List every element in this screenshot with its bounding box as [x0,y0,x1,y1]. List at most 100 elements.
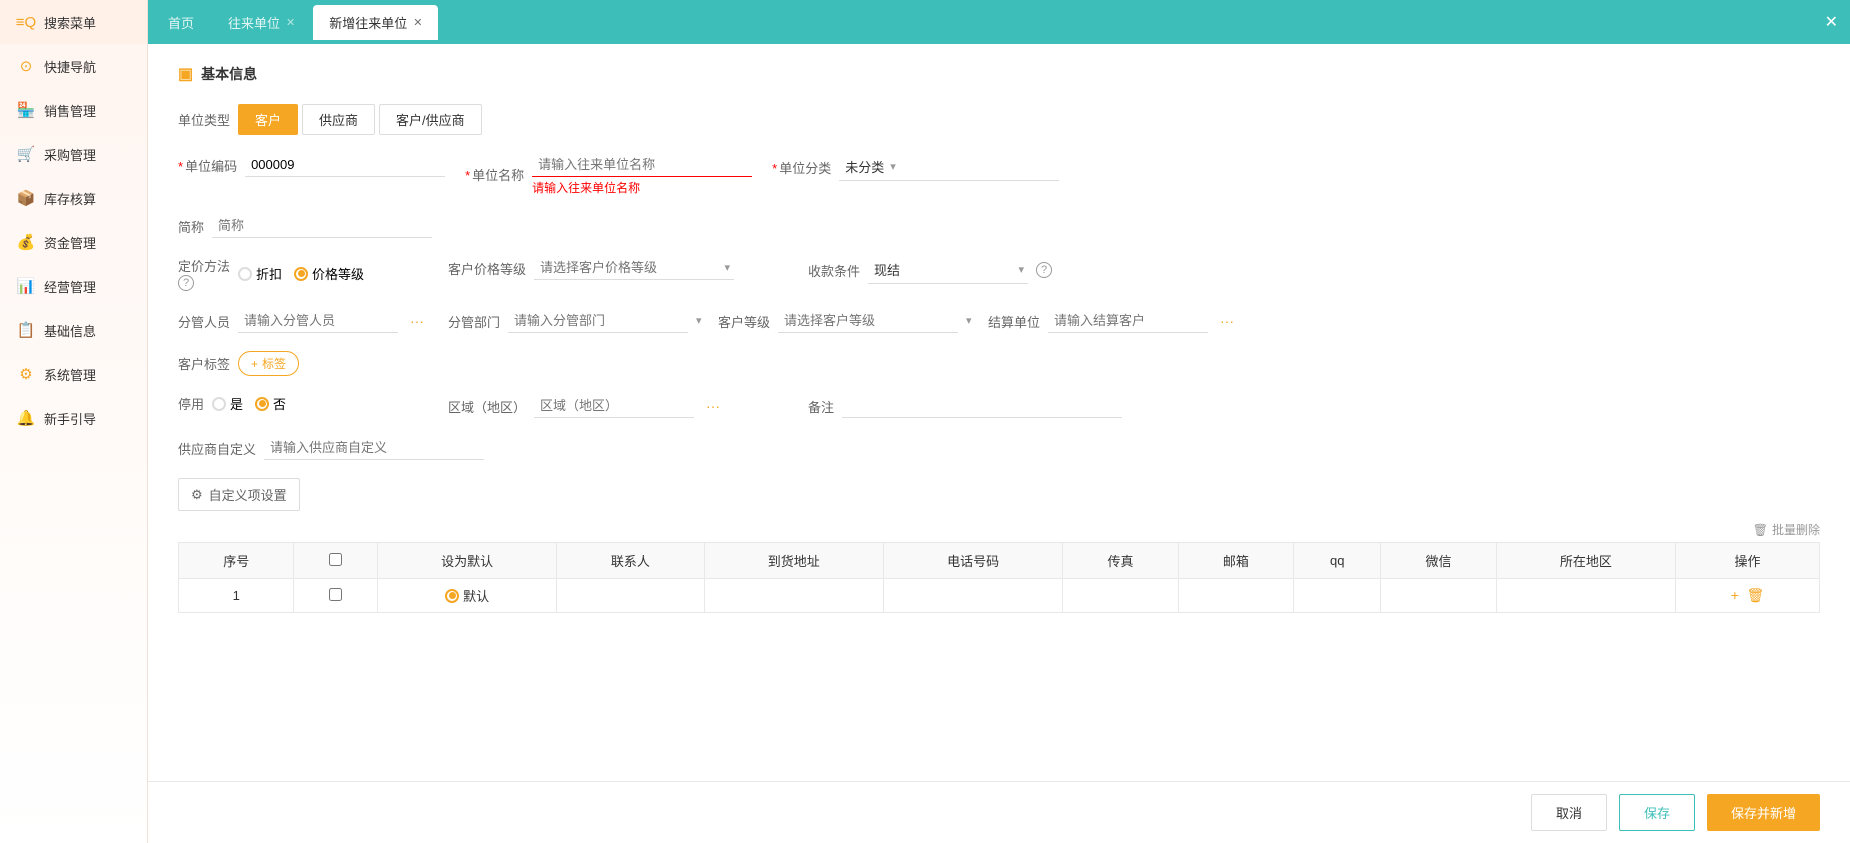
row-default-radio[interactable]: 默认 [388,586,546,605]
category-arrow-icon: ▾ [890,160,900,173]
col-phone: 电话号码 [883,543,1062,579]
sidebar-item-basic-info[interactable]: 📋 基础信息 [0,308,147,352]
inventory-icon: 📦 [16,188,36,208]
department-input[interactable] [508,309,696,332]
tag-row: 客户标签 + 标签 [178,351,1820,376]
sidebar-item-guide[interactable]: 🔔 新手引导 [0,396,147,440]
save-button[interactable]: 保存 [1619,794,1695,831]
unit-type-row: 单位类型 客户 供应商 客户/供应商 [178,104,1820,135]
disable-field: 停用 是 否 [178,394,428,413]
tab-new-partner-close[interactable]: ✕ [413,16,422,29]
sidebar: ≡Q 搜索菜单 ⊙ 快捷导航 🏪 销售管理 🛒 采购管理 📦 库存核算 💰 资金… [0,0,148,843]
tab-home[interactable]: 首页 [152,5,210,40]
disable-yes[interactable]: 是 [212,394,243,413]
short-name-field: 简称 [178,214,432,238]
settlement-unit-input[interactable] [1048,309,1208,333]
short-name-input[interactable] [212,214,432,238]
supplier-custom-input[interactable] [264,436,484,460]
sidebar-item-operations[interactable]: 📊 经营管理 [0,264,147,308]
sidebar-item-label: 系统管理 [44,365,96,384]
default-label: 默认 [463,586,489,605]
tab-partners-close[interactable]: ✕ [286,16,295,29]
tag-plus-icon: + [251,357,258,371]
pricing-help-icon[interactable]: ? [178,275,194,291]
customer-level-arrow: ▾ [966,314,976,327]
content-area: ▣ 基本信息 单位类型 客户 供应商 客户/供应商 *单位编码 [148,44,1850,781]
settlement-unit-label: 结算单位 [988,312,1040,331]
section-title-text: 基本信息 [201,64,257,84]
discount-label: 折扣 [256,264,282,283]
sidebar-item-inventory[interactable]: 📦 库存核算 [0,176,147,220]
row-checkbox [294,579,377,613]
guide-icon: 🔔 [16,408,36,428]
col-qq: qq [1294,543,1381,579]
sidebar-item-label: 销售管理 [44,101,96,120]
unit-name-error: 请输入往来单位名称 [532,179,752,196]
col-email: 邮箱 [1178,543,1293,579]
unit-btn-supplier[interactable]: 供应商 [302,104,375,135]
disable-no[interactable]: 否 [255,394,286,413]
unit-type-group: 客户 供应商 客户/供应商 [238,104,482,135]
unit-btn-customer[interactable]: 客户 [238,104,298,135]
sidebar-item-label: 快捷导航 [44,57,96,76]
supplier-custom-row: 供应商自定义 [178,436,1820,460]
unit-btn-customer-supplier[interactable]: 客户/供应商 [379,104,482,135]
payment-terms-select[interactable]: 现结 ▾ [868,256,1028,284]
sidebar-item-sales[interactable]: 🏪 销售管理 [0,88,147,132]
row-email [1178,579,1293,613]
payment-help-icon[interactable]: ? [1036,262,1052,278]
batch-delete-btn[interactable]: 🗑 批量删除 [1753,521,1820,538]
row-contact [557,579,704,613]
disable-yes-label: 是 [230,394,243,413]
disable-region-row: 停用 是 否 区域（地区） ··· 备注 [178,394,1820,418]
disable-radio-group: 是 否 [212,394,286,413]
manager-dots-btn[interactable]: ··· [406,313,428,329]
unit-category-select[interactable]: 未分类 ▾ [839,153,1059,181]
sidebar-item-purchase[interactable]: 🛒 采购管理 [0,132,147,176]
tab-partners-label: 往来单位 [228,13,280,32]
tabbar-close-btn[interactable]: ✕ [1825,12,1838,32]
manager-field: 分管人员 ··· [178,309,428,333]
save-new-button[interactable]: 保存并新增 [1707,794,1820,831]
custom-settings-button[interactable]: ⚙ 自定义项设置 [178,478,300,511]
unit-name-input[interactable] [532,153,752,177]
cancel-button[interactable]: 取消 [1531,794,1607,831]
purchase-icon: 🛒 [16,144,36,164]
customer-price-arrow: ▾ [724,261,734,274]
row-delete-btn[interactable]: 🗑 [1745,585,1767,606]
sidebar-item-system[interactable]: ⚙ 系统管理 [0,352,147,396]
row-add-btn[interactable]: + [1729,585,1741,605]
customer-price-input[interactable] [534,256,724,279]
col-action: 操作 [1676,543,1820,579]
region-input[interactable] [534,394,694,418]
section-basic-info: ▣ 基本信息 [178,64,1820,84]
row-wechat [1381,579,1496,613]
required-star-cat: * [772,161,777,176]
settlement-dots-btn[interactable]: ··· [1216,313,1238,329]
unit-type-label: 单位类型 [178,110,230,129]
pricing-radio-discount[interactable]: 折扣 [238,264,282,283]
unit-code-input[interactable] [245,153,445,177]
sidebar-item-quicknav[interactable]: ⊙ 快捷导航 [0,44,147,88]
department-select[interactable]: ▾ [508,309,688,333]
select-all-checkbox[interactable] [329,553,342,566]
customer-level-label: 客户等级 [718,312,770,331]
add-tag-button[interactable]: + 标签 [238,351,299,376]
sidebar-item-label: 库存核算 [44,189,96,208]
tab-new-partner[interactable]: 新增往来单位 ✕ [313,5,438,40]
row-check[interactable] [329,588,342,601]
sidebar-item-finance[interactable]: 💰 资金管理 [0,220,147,264]
pricing-radio-price-level[interactable]: 价格等级 [294,264,364,283]
customer-level-input[interactable] [778,309,966,332]
remark-input[interactable] [842,394,1122,418]
customer-price-select[interactable]: ▾ [534,256,734,280]
operations-icon: 📊 [16,276,36,296]
region-dots-btn[interactable]: ··· [702,398,724,414]
customer-level-select[interactable]: ▾ [778,309,958,333]
row-fax [1063,579,1178,613]
tab-new-partner-label: 新增往来单位 [329,13,407,32]
code-name-row: *单位编码 *单位名称 请输入往来单位名称 *单位分类 未分类 [178,153,1820,196]
tab-partners[interactable]: 往来单位 ✕ [212,5,311,40]
manager-input[interactable] [238,309,398,333]
sidebar-item-search[interactable]: ≡Q 搜索菜单 [0,0,147,44]
